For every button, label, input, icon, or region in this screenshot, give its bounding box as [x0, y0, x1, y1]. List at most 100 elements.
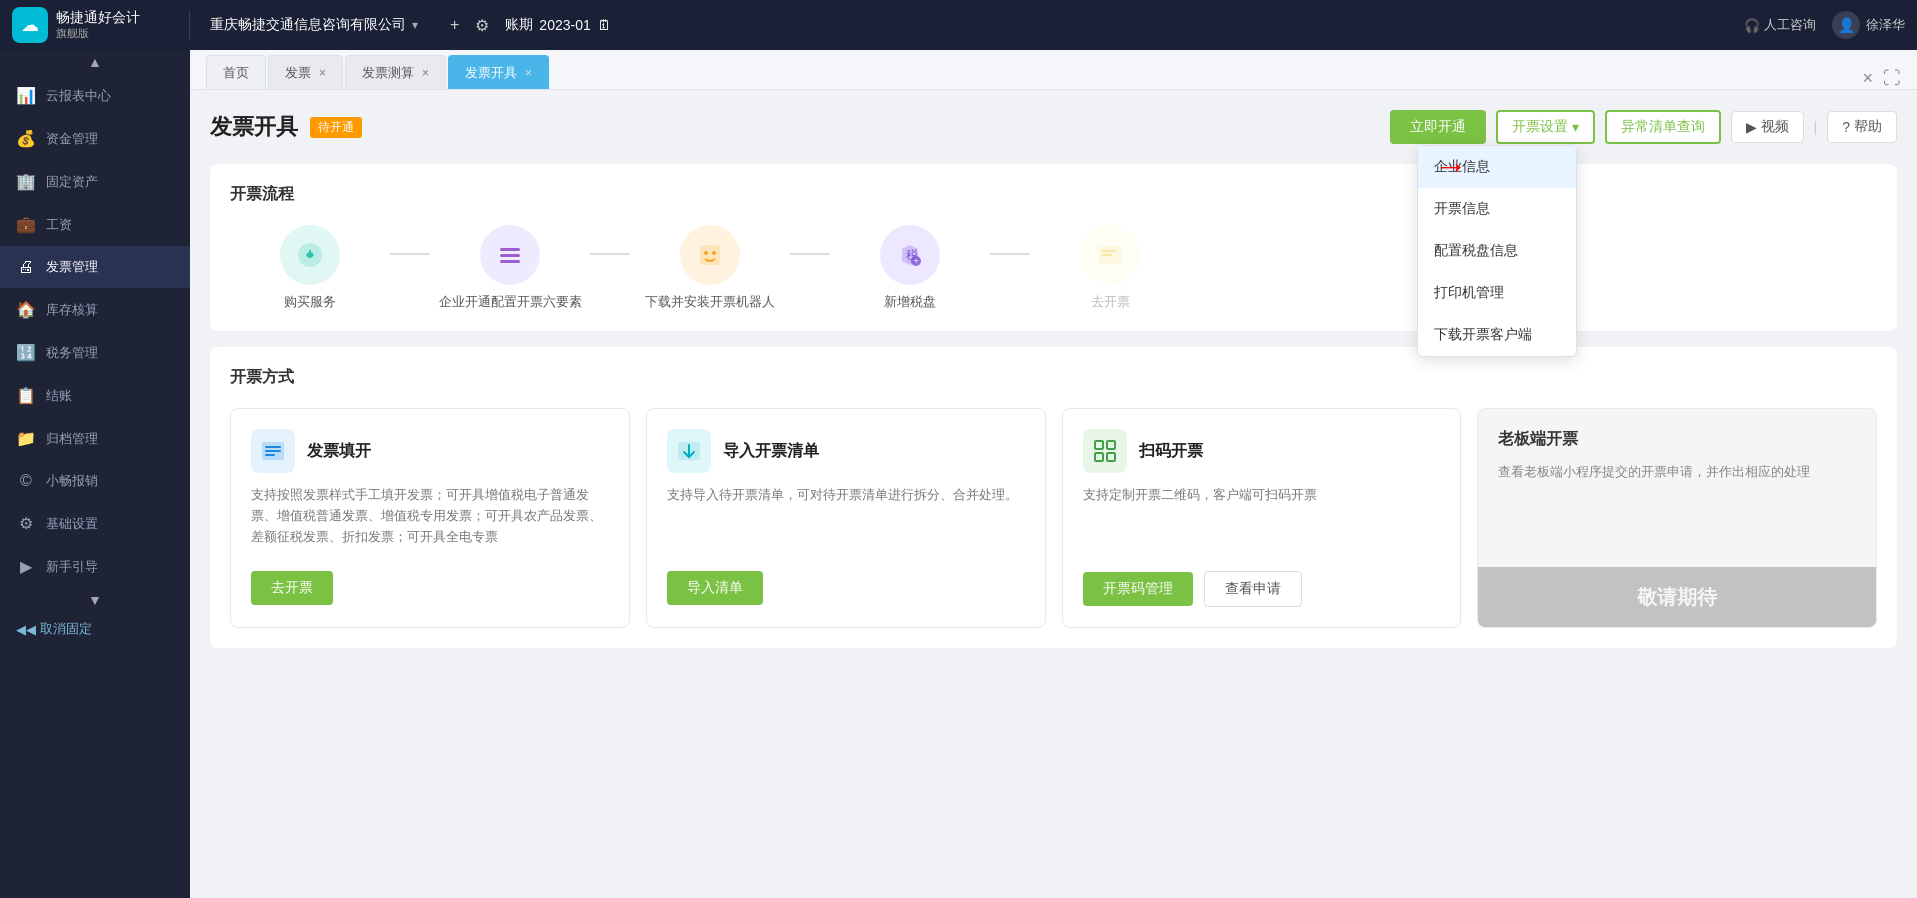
sidebar-item-settlement[interactable]: 📋 结账 — [0, 374, 190, 417]
exception-button[interactable]: 异常清单查询 — [1605, 110, 1721, 144]
user-info[interactable]: 👤 徐泽华 — [1832, 11, 1905, 39]
sidebar-label-basic: 基础设置 — [46, 515, 98, 533]
right-actions: 🎧 人工咨询 👤 徐泽华 — [1744, 11, 1905, 39]
sidebar-item-basic[interactable]: ⚙ 基础设置 — [0, 502, 190, 545]
method-scan-btn1[interactable]: 开票码管理 — [1083, 572, 1193, 606]
archive-icon: 📁 — [16, 429, 36, 448]
page-title: 发票开具 — [210, 112, 298, 142]
cancel-fixed-button[interactable]: ◀◀ 取消固定 — [0, 612, 190, 646]
sidebar-item-asset[interactable]: 🏢 固定资产 — [0, 160, 190, 203]
tab-invoice-open-close[interactable]: × — [525, 66, 532, 80]
svg-rect-3 — [500, 248, 520, 251]
flow-step-icon-buy — [280, 225, 340, 285]
add-button[interactable]: + — [446, 12, 463, 38]
flow-step-icon-download — [680, 225, 740, 285]
sidebar-item-cloud-report[interactable]: 📊 云报表中心 — [0, 74, 190, 117]
overlay: 敬请期待 — [1478, 567, 1876, 627]
methods-section: 开票方式 发票填开 支持按照发票样式手工填开发票；可开具增值税电子普通发票、增值… — [210, 347, 1897, 648]
flow-step-disk: 税+ 新增税盘 — [830, 225, 990, 311]
svg-point-1 — [307, 252, 313, 258]
sidebar-label-guide: 新手引导 — [46, 558, 98, 576]
flow-step-label-go: 去开票 — [1091, 293, 1130, 311]
flow-step-label-disk: 新增税盘 — [884, 293, 936, 311]
method-scan-header: 扫码开票 — [1083, 429, 1441, 473]
svg-rect-17 — [265, 450, 281, 452]
sidebar-item-fund[interactable]: 💰 资金管理 — [0, 117, 190, 160]
help-label: 帮助 — [1854, 118, 1882, 136]
flow-step-icon-config — [480, 225, 540, 285]
method-import-btn[interactable]: 导入清单 — [667, 571, 763, 605]
overlay-text: 敬请期待 — [1637, 584, 1717, 611]
flow-step-icon-go — [1080, 225, 1140, 285]
method-scan-btn2[interactable]: 查看申请 — [1204, 571, 1302, 607]
video-button[interactable]: ▶ 视频 — [1731, 111, 1804, 143]
method-import-title: 导入开票清单 — [723, 441, 819, 462]
sidebar-item-invoice[interactable]: 🖨 发票管理 — [0, 246, 190, 288]
service-button[interactable]: 🎧 人工咨询 — [1744, 16, 1816, 34]
calendar-icon[interactable]: 🗓 — [597, 17, 611, 33]
dropdown-item-printer[interactable]: 打印机管理 — [1418, 272, 1576, 314]
sidebar-item-inventory[interactable]: 🏠 库存核算 — [0, 288, 190, 331]
asset-icon: 🏢 — [16, 172, 36, 191]
flow-step-download: 下载并安装开票机器人 — [630, 225, 790, 311]
sidebar-item-tax[interactable]: 🔢 税务管理 — [0, 331, 190, 374]
dropdown-item-download-client[interactable]: 下载开票客户端 — [1418, 314, 1576, 356]
svg-point-8 — [712, 251, 716, 255]
tab-home[interactable]: 首页 — [206, 55, 266, 89]
method-card-scan: 扫码开票 支持定制开票二维码，客户端可扫码开票 开票码管理 查看申请 — [1062, 408, 1462, 628]
tab-invoice-label: 发票 — [285, 64, 311, 82]
help-button[interactable]: ? 帮助 — [1827, 111, 1897, 143]
scroll-down-arrow[interactable]: ▼ — [0, 588, 190, 612]
company-selector[interactable]: 重庆畅捷交通信息咨询有限公司 ▾ — [202, 12, 426, 38]
method-import-icon — [667, 429, 711, 473]
method-card-import: 导入开票清单 支持导入待开票清单，可对待开票清单进行拆分、合并处理。 导入清单 — [646, 408, 1046, 628]
flow-step-label-buy: 购买服务 — [284, 293, 336, 311]
payroll-icon: 💼 — [16, 215, 36, 234]
sidebar-item-payroll[interactable]: 💼 工资 — [0, 203, 190, 246]
sidebar-label-archive: 归档管理 — [46, 430, 98, 448]
methods-section-title: 开票方式 — [230, 367, 1877, 388]
scroll-up-arrow[interactable]: ▲ — [0, 50, 190, 74]
tab-invoice-open[interactable]: 发票开具 × — [448, 55, 549, 89]
flow-connector-1 — [390, 253, 430, 255]
video-label: 视频 — [1761, 118, 1789, 136]
sidebar-label-fund: 资金管理 — [46, 130, 98, 148]
sidebar-label-settlement: 结账 — [46, 387, 72, 405]
settings-icon-button[interactable]: ⚙ — [471, 12, 493, 39]
flow-steps: 购买服务 企业开通配置开票六要素 — [230, 225, 1877, 311]
svg-rect-20 — [1095, 441, 1103, 449]
method-scan-icon — [1083, 429, 1127, 473]
window-maximize-button[interactable]: ⛶ — [1883, 68, 1901, 89]
settings-button[interactable]: 开票设置 ▾ — [1496, 110, 1595, 144]
sidebar-label-asset: 固定资产 — [46, 173, 98, 191]
window-close-button[interactable]: × — [1862, 68, 1873, 89]
activate-button[interactable]: 立即开通 — [1390, 110, 1486, 144]
sidebar-label-inventory: 库存核算 — [46, 301, 98, 319]
flow-step-buy: 购买服务 — [230, 225, 390, 311]
sidebar-item-guide[interactable]: ▶ 新手引导 — [0, 545, 190, 588]
tab-invoice-close[interactable]: × — [319, 66, 326, 80]
tab-invoice[interactable]: 发票 × — [268, 55, 343, 89]
invoice-icon: 🖨 — [16, 258, 36, 276]
method-fill-btn[interactable]: 去开票 — [251, 571, 333, 605]
top-actions: + ⚙ — [446, 12, 493, 39]
fund-icon: 💰 — [16, 129, 36, 148]
tab-invoice-calc[interactable]: 发票测算 × — [345, 55, 446, 89]
cancel-fixed-label: 取消固定 — [40, 620, 92, 638]
avatar: 👤 — [1832, 11, 1860, 39]
sidebar-item-archive[interactable]: 📁 归档管理 — [0, 417, 190, 460]
logo-icon: ☁ — [12, 7, 48, 43]
dropdown-item-tax-disk[interactable]: 配置税盘信息 — [1418, 230, 1576, 272]
flow-step-label-config: 企业开通配置开票六要素 — [439, 293, 582, 311]
sidebar-item-sales[interactable]: © 小畅报销 — [0, 460, 190, 502]
tab-invoice-calc-close[interactable]: × — [422, 66, 429, 80]
dropdown-item-invoice-info[interactable]: 开票信息 — [1418, 188, 1576, 230]
headset-icon: 🎧 — [1744, 18, 1760, 33]
logo-subtitle: 旗舰版 — [56, 26, 140, 41]
sidebar-label-invoice: 发票管理 — [46, 258, 98, 276]
svg-rect-18 — [265, 454, 275, 456]
svg-rect-23 — [1107, 453, 1115, 461]
settings-button-label: 开票设置 — [1512, 118, 1568, 136]
method-boss-title: 老板端开票 — [1498, 429, 1578, 450]
method-card-fill: 发票填开 支持按照发票样式手工填开发票；可开具增值税电子普通发票、增值税普通发票… — [230, 408, 630, 628]
